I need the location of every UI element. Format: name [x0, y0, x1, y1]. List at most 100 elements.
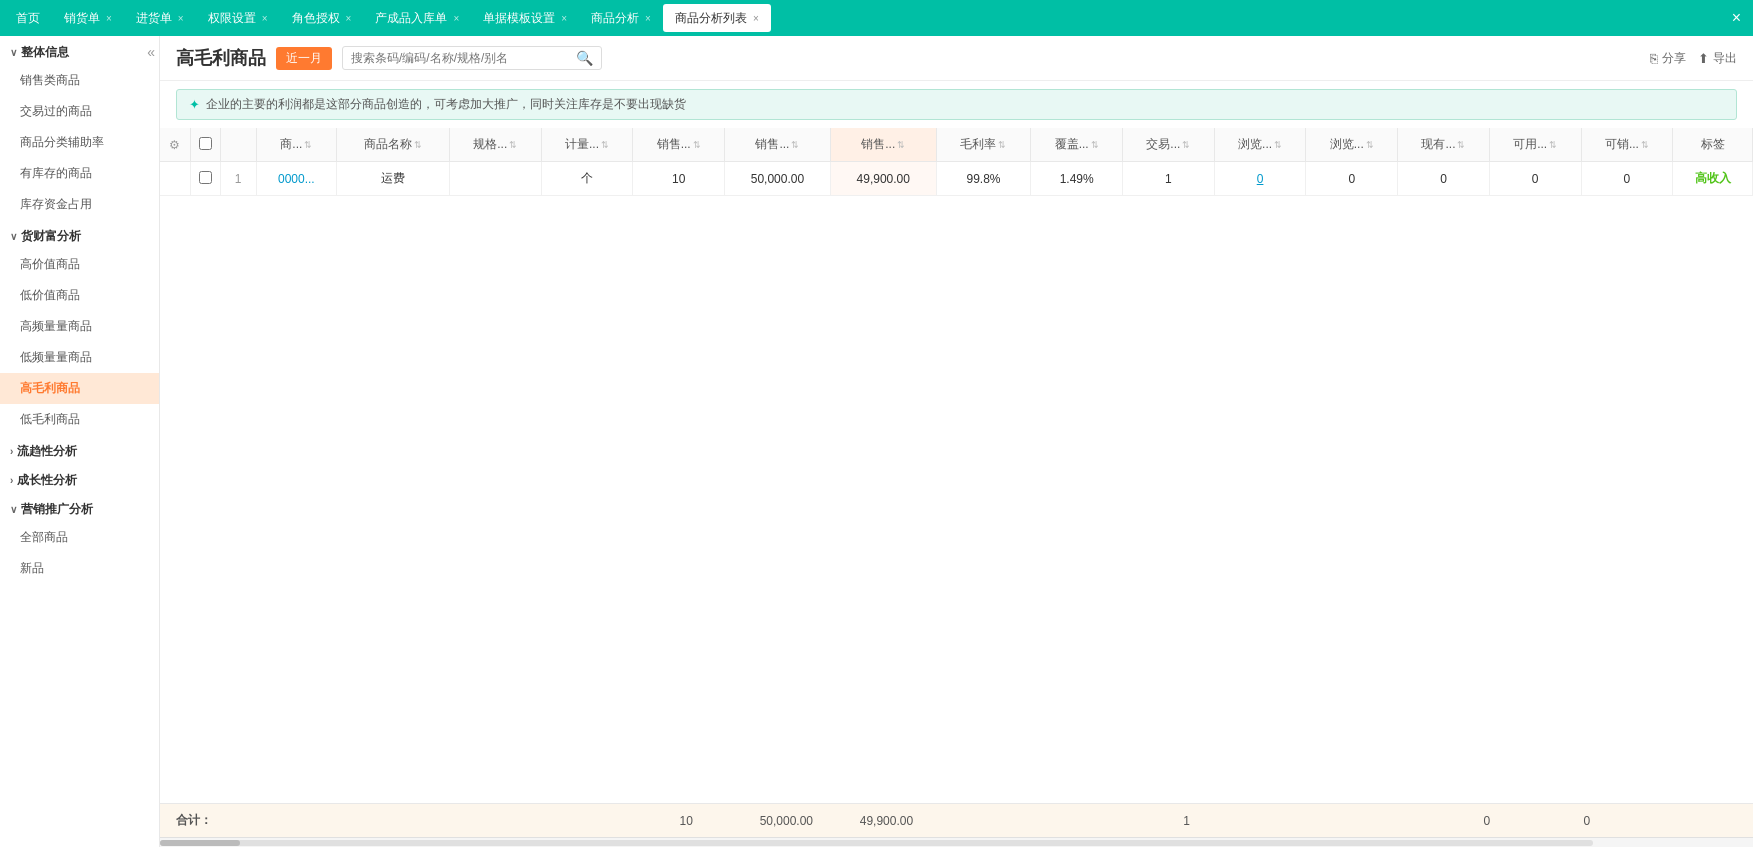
tab-bill-template[interactable]: 单据模板设置 × — [471, 4, 579, 32]
gear-icon[interactable] — [169, 138, 180, 152]
sidebar-item-traded-goods[interactable]: 交易过的商品 — [0, 96, 159, 127]
footer-bar: 合计： 10 50,000.00 49,900.00 1 0 0 — [160, 803, 1753, 837]
sidebar-item-high-freq[interactable]: 高频量量商品 — [0, 311, 159, 342]
sort-icon: ⇅ — [693, 140, 701, 150]
th-current[interactable]: 现有... ⇅ — [1398, 128, 1490, 162]
sidebar-group-marketing-analysis[interactable]: ∨ 营销推广分析 — [0, 493, 159, 522]
cell-tag: 高收入 — [1673, 162, 1753, 196]
footer-available: 0 — [1537, 814, 1637, 828]
close-tab-sales[interactable]: × — [106, 13, 112, 24]
search-icon[interactable]: 🔍 — [576, 50, 593, 66]
th-name[interactable]: 商品名称 ⇅ — [337, 128, 450, 162]
tab-home[interactable]: 首页 — [4, 4, 52, 32]
footer-cells: 10 50,000.00 49,900.00 1 0 0 — [236, 814, 1737, 828]
tab-product-analysis-list[interactable]: 商品分析列表 × — [663, 4, 771, 32]
export-button[interactable]: ⬆ 导出 — [1698, 50, 1737, 67]
footer-sales-qty: 10 — [636, 814, 736, 828]
sidebar-item-goods-in-stock[interactable]: 有库存的商品 — [0, 158, 159, 189]
footer-current: 0 — [1437, 814, 1537, 828]
cell-gear — [160, 162, 190, 196]
window-close-button[interactable]: × — [1724, 9, 1749, 27]
sidebar-group-growth-analysis[interactable]: › 成长性分析 — [0, 464, 159, 493]
content-header: 高毛利商品 近一月 🔍 ⎘ 分享 ⬆ 导出 — [160, 36, 1753, 81]
row-checkbox[interactable] — [199, 171, 212, 184]
notice-bar: ✦ 企业的主要的利润都是这部分商品创造的，可考虑加大推广，同时关注库存是不要出现… — [176, 89, 1737, 120]
product-table: 商... ⇅ 商品名称 ⇅ 规格... — [160, 128, 1753, 196]
sidebar-item-new-goods[interactable]: 新品 — [0, 553, 159, 584]
th-margin-rate[interactable]: 毛利率 ⇅ — [936, 128, 1031, 162]
close-tab-product-entry[interactable]: × — [453, 13, 459, 24]
sort-icon: ⇅ — [601, 140, 609, 150]
arrow-icon: › — [10, 475, 13, 486]
close-tab-product-analysis-list[interactable]: × — [753, 13, 759, 24]
th-sales-amount[interactable]: 销售... ⇅ — [725, 128, 831, 162]
th-coverage[interactable]: 覆盖... ⇅ — [1031, 128, 1123, 162]
arrow-icon: ∨ — [10, 231, 17, 242]
cell-sales-amount: 50,000.00 — [725, 162, 831, 196]
footer-empty-9 — [1637, 814, 1737, 828]
sidebar: « ∨ 整体信息 销售类商品 交易过的商品 商品分类辅助率 有库存的商品 库存资… — [0, 36, 160, 847]
footer-empty-3 — [436, 814, 536, 828]
sidebar-item-all-goods[interactable]: 全部商品 — [0, 522, 159, 553]
cell-num: 1 — [220, 162, 256, 196]
scrollbar-track[interactable] — [160, 840, 1593, 846]
select-all-checkbox[interactable] — [199, 137, 212, 150]
cell-checkbox[interactable] — [190, 162, 220, 196]
th-browse2[interactable]: 浏览... ⇅ — [1306, 128, 1398, 162]
tab-sales[interactable]: 销货单 × — [52, 4, 124, 32]
share-button[interactable]: ⎘ 分享 — [1650, 50, 1686, 67]
page-title: 高毛利商品 — [176, 46, 266, 70]
cell-browse1[interactable]: 0 — [1214, 162, 1306, 196]
sidebar-item-goods-analysis-assist[interactable]: 商品分类辅助率 — [0, 127, 159, 158]
sidebar-item-sales-goods[interactable]: 销售类商品 — [0, 65, 159, 96]
cell-trade-count: 1 — [1123, 162, 1215, 196]
close-tab-bill-template[interactable]: × — [561, 13, 567, 24]
th-num — [220, 128, 256, 162]
th-sales-qty[interactable]: 销售... ⇅ — [633, 128, 725, 162]
th-browse1[interactable]: 浏览... ⇅ — [1214, 128, 1306, 162]
tab-product-analysis[interactable]: 商品分析 × — [579, 4, 663, 32]
cell-code[interactable]: 0000... — [256, 162, 337, 196]
search-input[interactable] — [351, 51, 572, 65]
close-tab-product-analysis[interactable]: × — [645, 13, 651, 24]
close-tab-purchase[interactable]: × — [178, 13, 184, 24]
th-checkbox[interactable] — [190, 128, 220, 162]
sidebar-group-trend-analysis[interactable]: › 流趋性分析 — [0, 435, 159, 464]
tab-roles[interactable]: 角色授权 × — [280, 4, 364, 32]
bottom-scrollbar[interactable] — [160, 837, 1753, 847]
th-unit[interactable]: 计量... ⇅ — [541, 128, 633, 162]
sidebar-item-high-value[interactable]: 高价值商品 — [0, 249, 159, 280]
footer-empty-7 — [1237, 814, 1337, 828]
cell-available: 0 — [1489, 162, 1581, 196]
sidebar-item-high-margin[interactable]: 高毛利商品 — [0, 373, 159, 404]
sidebar-item-stock-capital[interactable]: 库存资金占用 — [0, 189, 159, 220]
sidebar-group-overall[interactable]: ∨ 整体信息 — [0, 36, 159, 65]
table-header-row: 商... ⇅ 商品名称 ⇅ 规格... — [160, 128, 1753, 162]
th-sellable[interactable]: 可销... ⇅ — [1581, 128, 1673, 162]
th-code[interactable]: 商... ⇅ — [256, 128, 337, 162]
th-tag: 标签 — [1673, 128, 1753, 162]
main-layout: « ∨ 整体信息 销售类商品 交易过的商品 商品分类辅助率 有库存的商品 库存资… — [0, 36, 1753, 847]
sidebar-item-low-freq[interactable]: 低频量量商品 — [0, 342, 159, 373]
sidebar-group-profit-analysis[interactable]: ∨ 货财富分析 — [0, 220, 159, 249]
th-gear[interactable] — [160, 128, 190, 162]
scrollbar-thumb[interactable] — [160, 840, 240, 846]
tab-purchase[interactable]: 进货单 × — [124, 4, 196, 32]
sidebar-collapse-button[interactable]: « — [147, 44, 155, 60]
tab-auth-settings[interactable]: 权限设置 × — [196, 4, 280, 32]
th-available[interactable]: 可用... ⇅ — [1489, 128, 1581, 162]
period-button[interactable]: 近一月 — [276, 47, 332, 70]
sidebar-item-low-value[interactable]: 低价值商品 — [0, 280, 159, 311]
th-spec[interactable]: 规格... ⇅ — [449, 128, 541, 162]
notice-icon: ✦ — [189, 97, 200, 112]
notice-text: 企业的主要的利润都是这部分商品创造的，可考虑加大推广，同时关注库存是不要出现缺货 — [206, 96, 686, 113]
th-sales-cost[interactable]: 销售... ⇅ — [830, 128, 936, 162]
close-tab-roles[interactable]: × — [346, 13, 352, 24]
cell-unit: 个 — [541, 162, 633, 196]
tab-product-entry[interactable]: 产成品入库单 × — [363, 4, 471, 32]
th-trade-count[interactable]: 交易... ⇅ — [1123, 128, 1215, 162]
close-tab-auth-settings[interactable]: × — [262, 13, 268, 24]
footer-empty-1 — [236, 814, 336, 828]
sort-icon: ⇅ — [1641, 140, 1649, 150]
sidebar-item-low-margin[interactable]: 低毛利商品 — [0, 404, 159, 435]
